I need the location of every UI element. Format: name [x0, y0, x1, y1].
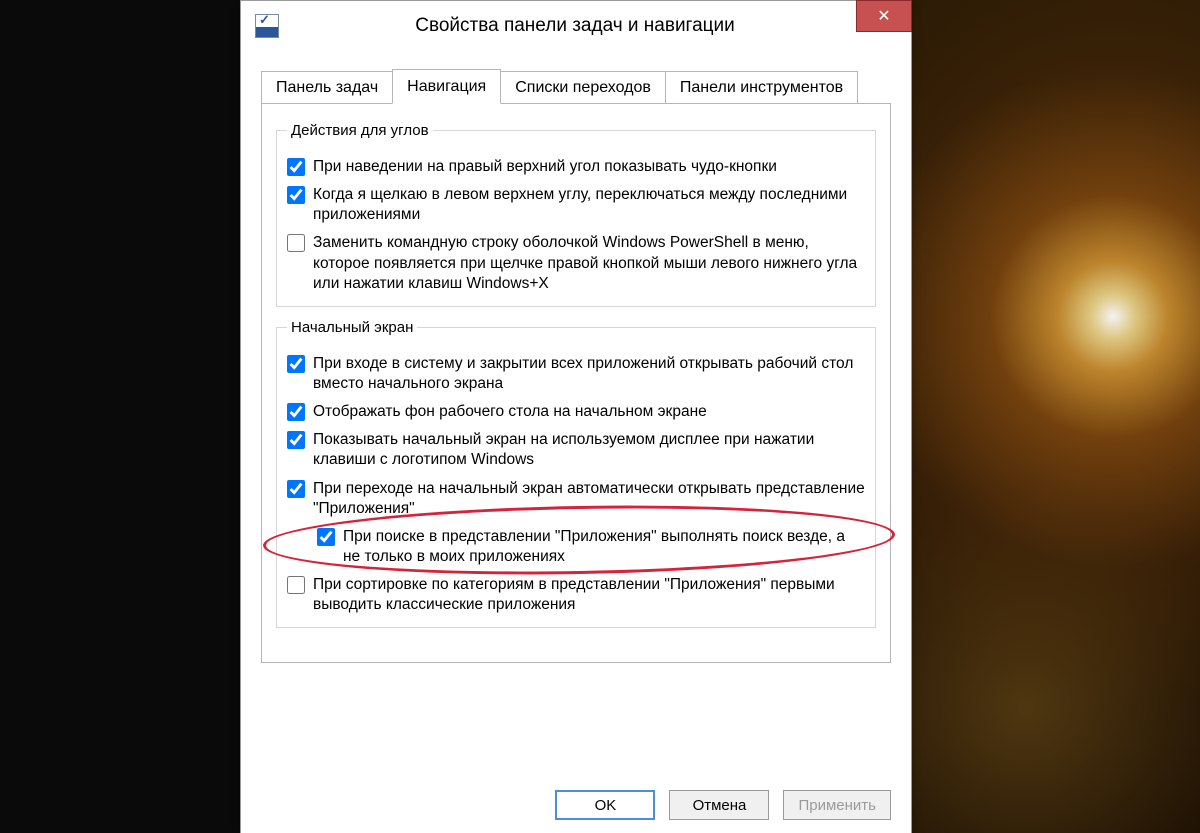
tab-navigation[interactable]: Навигация	[392, 69, 501, 104]
desktop-glow	[910, 0, 1200, 833]
label-search-everywhere: При поиске в представлении "Приложения" …	[343, 527, 865, 567]
checkbox-top-left-switch[interactable]	[287, 186, 305, 204]
label-top-right-charms: При наведении на правый верхний угол пок…	[313, 157, 777, 177]
checkbox-desktop-on-signin[interactable]	[287, 355, 305, 373]
titlebar: Свойства панели задач и навигации ✕	[241, 1, 911, 51]
app-icon	[255, 14, 279, 38]
label-powershell: Заменить командную строку оболочкой Wind…	[313, 233, 865, 293]
label-desktop-on-signin: При входе в систему и закрытии всех прил…	[313, 354, 865, 394]
label-desktop-bg-start: Отображать фон рабочего стола на начальн…	[313, 402, 707, 422]
tab-jumplists[interactable]: Списки переходов	[500, 71, 666, 104]
desktop-background: Свойства панели задач и навигации ✕ Пане…	[0, 0, 1200, 833]
label-start-on-display: Показывать начальный экран на используем…	[313, 430, 865, 470]
option-top-left-switch[interactable]: Когда я щелкаю в левом верхнем углу, пер…	[287, 185, 865, 225]
checkbox-powershell[interactable]	[287, 234, 305, 252]
close-icon: ✕	[877, 6, 890, 26]
group-start-legend: Начальный экран	[287, 319, 417, 336]
apply-button[interactable]: Применить	[783, 790, 891, 820]
label-top-left-switch: Когда я щелкаю в левом верхнем углу, пер…	[313, 185, 865, 225]
option-sort-classic-first[interactable]: При сортировке по категориям в представл…	[287, 575, 865, 615]
checkbox-search-everywhere[interactable]	[317, 528, 335, 546]
dialog-body: Панель задач Навигация Списки переходов …	[241, 51, 911, 833]
window-title: Свойства панели задач и навигации	[279, 15, 911, 37]
dialog-buttons: OK Отмена Применить	[555, 790, 891, 820]
tab-toolbars[interactable]: Панели инструментов	[665, 71, 858, 104]
cancel-button[interactable]: Отмена	[669, 790, 769, 820]
checkbox-sort-classic-first[interactable]	[287, 576, 305, 594]
option-start-on-display[interactable]: Показывать начальный экран на используем…	[287, 430, 865, 470]
properties-dialog: Свойства панели задач и навигации ✕ Пане…	[240, 0, 912, 833]
option-powershell[interactable]: Заменить командную строку оболочкой Wind…	[287, 233, 865, 293]
option-apps-view[interactable]: При переходе на начальный экран автомати…	[287, 479, 865, 519]
checkbox-apps-view[interactable]	[287, 480, 305, 498]
option-search-everywhere[interactable]: При поиске в представлении "Приложения" …	[317, 527, 865, 567]
checkbox-top-right-charms[interactable]	[287, 158, 305, 176]
option-desktop-on-signin[interactable]: При входе в систему и закрытии всех прил…	[287, 354, 865, 394]
checkbox-start-on-display[interactable]	[287, 431, 305, 449]
tab-panel-navigation: Действия для углов При наведении на прав…	[261, 103, 891, 663]
group-corner-actions: Действия для углов При наведении на прав…	[276, 122, 876, 307]
option-top-right-charms[interactable]: При наведении на правый верхний угол пок…	[287, 157, 865, 177]
group-corner-legend: Действия для углов	[287, 122, 433, 139]
checkbox-desktop-bg-start[interactable]	[287, 403, 305, 421]
option-desktop-bg-start[interactable]: Отображать фон рабочего стола на начальн…	[287, 402, 865, 422]
ok-button[interactable]: OK	[555, 790, 655, 820]
tab-taskbar[interactable]: Панель задач	[261, 71, 393, 104]
tab-strip: Панель задач Навигация Списки переходов …	[261, 69, 911, 104]
close-button[interactable]: ✕	[856, 0, 912, 32]
label-apps-view: При переходе на начальный экран автомати…	[313, 479, 865, 519]
group-start-screen: Начальный экран При входе в систему и за…	[276, 319, 876, 629]
label-sort-classic-first: При сортировке по категориям в представл…	[313, 575, 865, 615]
